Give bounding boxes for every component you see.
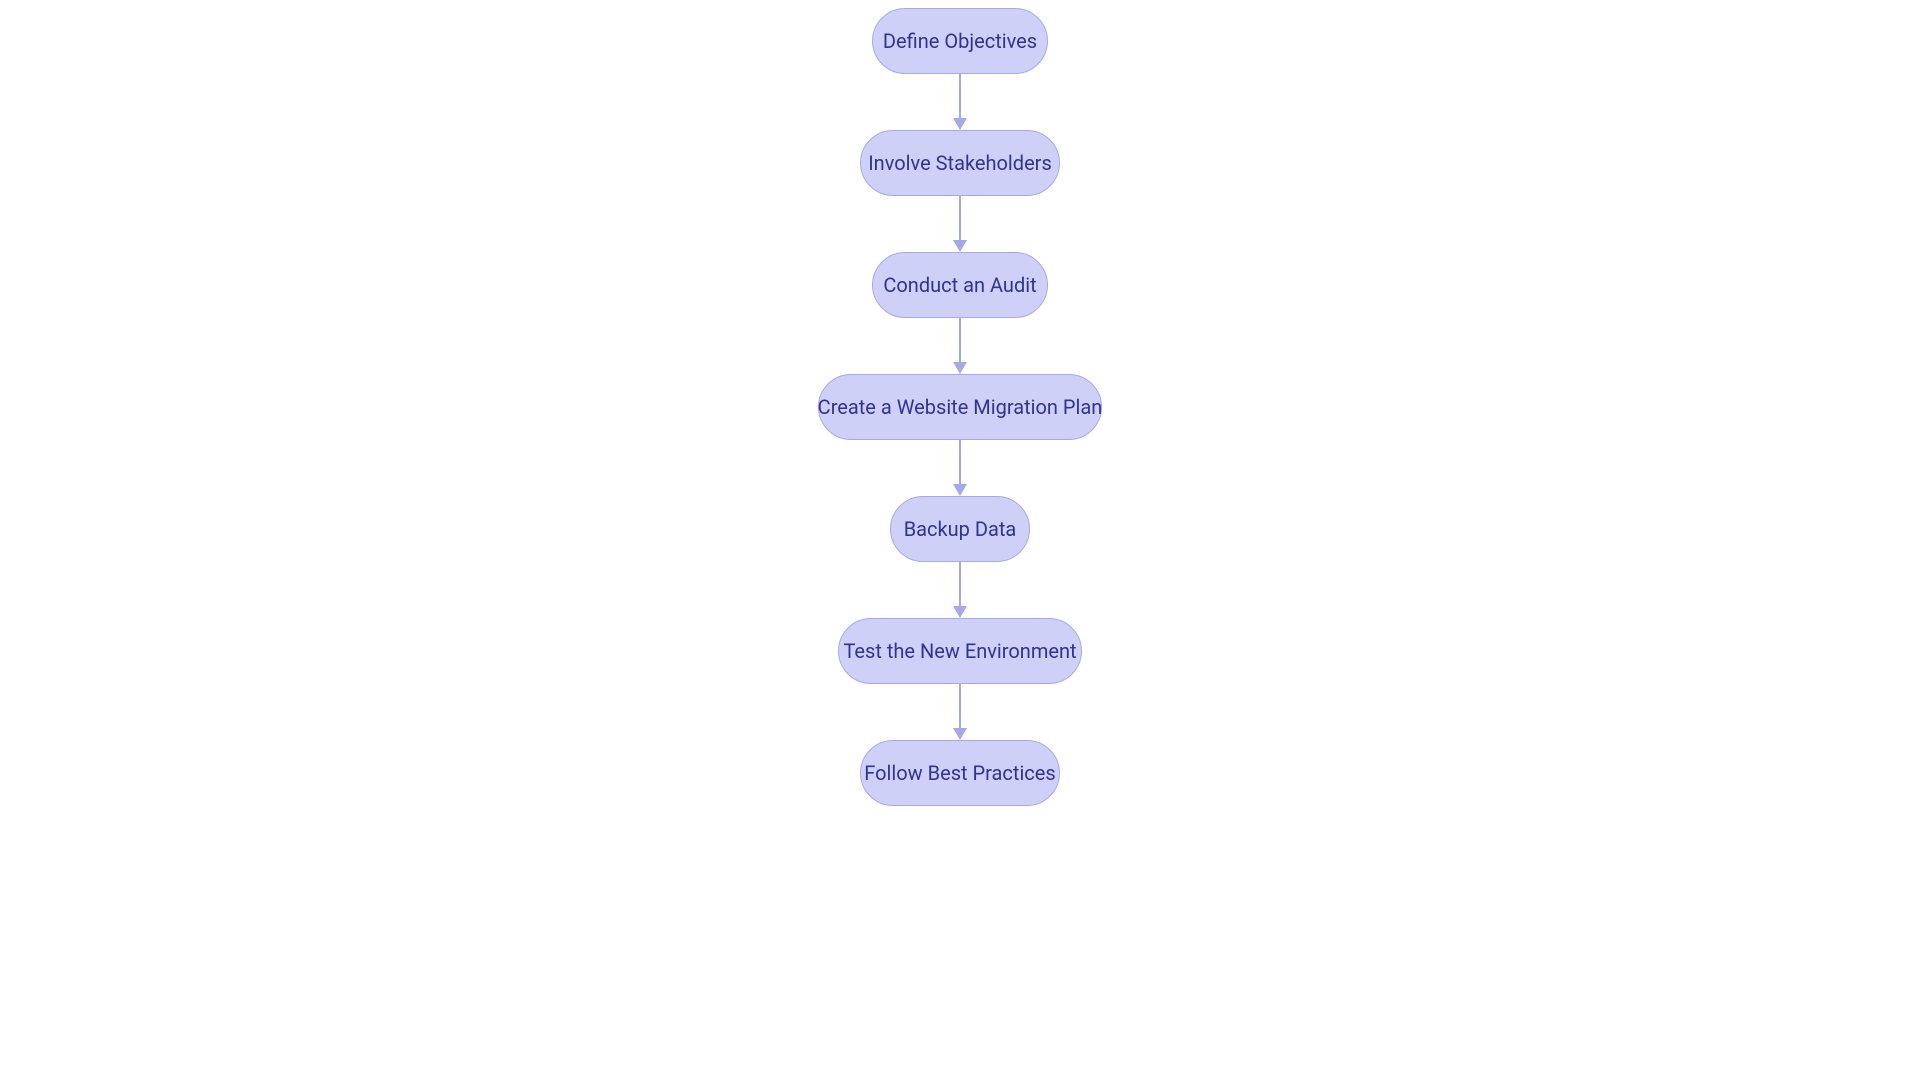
flow-arrow <box>953 440 967 496</box>
flow-node-label: Create a Website Migration Plan <box>818 395 1103 419</box>
flow-node-conduct-audit: Conduct an Audit <box>872 252 1048 318</box>
flow-node-label: Test the New Environment <box>843 639 1076 663</box>
arrow-line <box>959 440 961 484</box>
flow-node-follow-best-practices: Follow Best Practices <box>860 740 1060 806</box>
arrow-line <box>959 196 961 240</box>
flow-node-label: Define Objectives <box>883 29 1037 53</box>
flow-arrow <box>953 196 967 252</box>
flow-arrow <box>953 562 967 618</box>
arrow-down-icon <box>953 240 967 252</box>
flow-arrow <box>953 74 967 130</box>
arrow-line <box>959 318 961 362</box>
flow-arrow <box>953 318 967 374</box>
flow-node-create-migration-plan: Create a Website Migration Plan <box>818 374 1102 440</box>
flow-node-test-environment: Test the New Environment <box>838 618 1082 684</box>
arrow-line <box>959 562 961 606</box>
arrow-down-icon <box>953 362 967 374</box>
flow-node-label: Follow Best Practices <box>864 761 1055 785</box>
arrow-down-icon <box>953 606 967 618</box>
flow-node-label: Conduct an Audit <box>883 273 1036 297</box>
arrow-down-icon <box>953 118 967 130</box>
arrow-line <box>959 74 961 118</box>
arrow-down-icon <box>953 484 967 496</box>
arrow-line <box>959 684 961 728</box>
flow-node-backup-data: Backup Data <box>890 496 1030 562</box>
flow-arrow <box>953 684 967 740</box>
arrow-down-icon <box>953 728 967 740</box>
flow-node-label: Involve Stakeholders <box>868 151 1052 175</box>
flow-node-label: Backup Data <box>904 517 1017 541</box>
flow-node-involve-stakeholders: Involve Stakeholders <box>860 130 1060 196</box>
flowchart-container: Define Objectives Involve Stakeholders C… <box>818 8 1102 806</box>
flow-node-define-objectives: Define Objectives <box>872 8 1048 74</box>
